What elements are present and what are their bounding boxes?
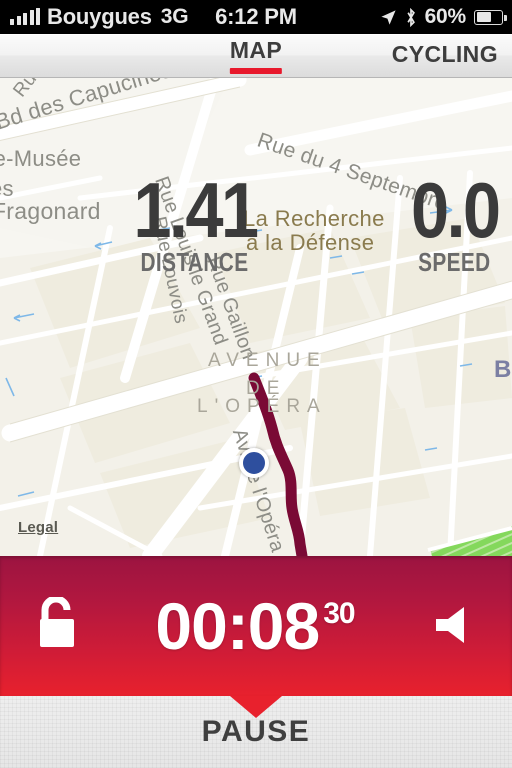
tab-map[interactable]: MAP (230, 34, 282, 78)
map-canvas (0, 78, 512, 556)
timer-bar-notch (230, 696, 282, 718)
current-location-dot (239, 448, 269, 478)
nav-bar: MAP CYCLING (0, 34, 512, 78)
elapsed-time: 00:08 30 (155, 588, 355, 663)
tab-active-underline (230, 67, 282, 74)
speaker-icon (436, 606, 464, 643)
pause-button-label: PAUSE (201, 715, 311, 748)
timer-bar: 00:08 30 (0, 556, 512, 696)
unlock-button[interactable] (34, 595, 80, 656)
unlock-padlock-icon (40, 595, 74, 647)
status-bar-clock: 6:12 PM (215, 4, 297, 29)
app-root: Bouygues 3G 6:12 PM 60% MAP CYCLING Rue … (0, 0, 512, 768)
elapsed-time-main: 00:08 (155, 588, 320, 663)
legal-link[interactable]: Legal (18, 519, 58, 536)
status-bar: Bouygues 3G 6:12 PM 60% (0, 0, 512, 34)
battery-icon (474, 9, 507, 25)
elapsed-time-fraction: 30 (323, 596, 355, 630)
tab-cycling-label: CYCLING (391, 41, 498, 67)
tab-map-label: MAP (229, 36, 283, 63)
map-view[interactable]: Rue Bd des Capucines re-Musée es -Fragon… (0, 78, 512, 556)
sound-button[interactable] (430, 601, 478, 652)
tab-cycling[interactable]: CYCLING (392, 34, 498, 78)
